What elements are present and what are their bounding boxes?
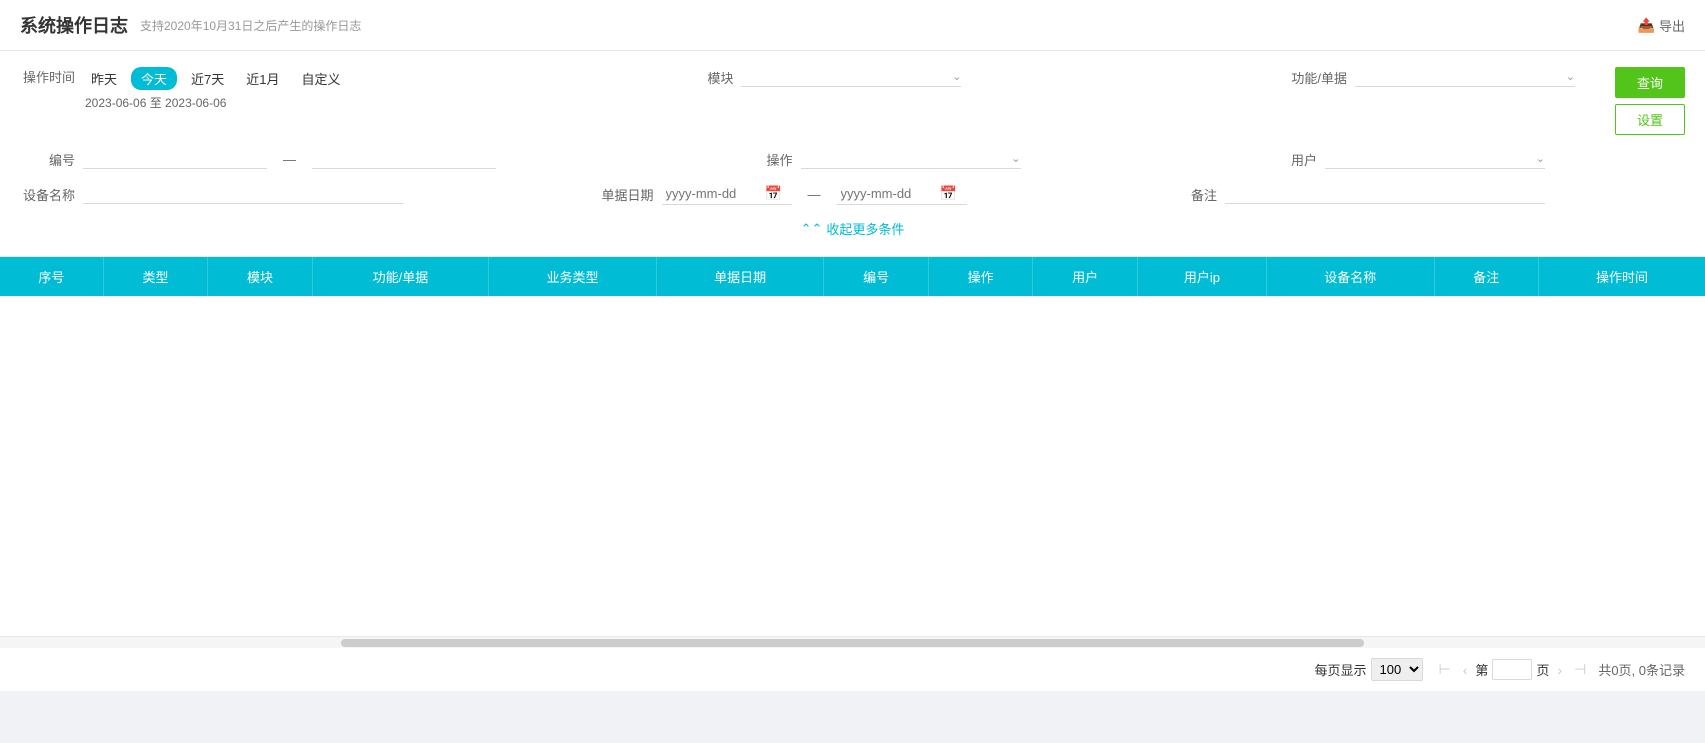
col-device: 设备名称 (1266, 257, 1434, 296)
remark-label: 备注 (1162, 185, 1217, 204)
time-range-display: 2023-06-06 至 2023-06-06 (85, 94, 349, 111)
time-buttons: 昨天 今天 近7天 近1月 自定义 (83, 67, 349, 90)
collapse-label: 收起更多条件 (826, 219, 904, 238)
col-seq: 序号 (0, 257, 103, 296)
col-biz-type: 业务类型 (489, 257, 657, 296)
page-number-input[interactable]: 1 (1492, 659, 1532, 680)
col-remark: 备注 (1434, 257, 1538, 296)
function-label: 功能/单据 (1291, 68, 1347, 87)
table-header-row: 序号 类型 模块 功能/单据 业务类型 单据日期 编号 操作 用户 用户ip 设… (0, 257, 1705, 296)
remark-input[interactable] (1225, 184, 1545, 204)
col-user-ip: 用户ip (1137, 257, 1266, 296)
time-filter: 昨天 今天 近7天 近1月 自定义 2023-06-06 至 2023-06-0… (83, 67, 349, 111)
number-filter-group: 编号 — (20, 149, 496, 169)
module-filter-group: 模块 ⌄ (678, 67, 961, 87)
doc-date-start-input[interactable] (666, 186, 761, 201)
function-input[interactable] (1355, 69, 1566, 84)
export-label: 导出 (1659, 16, 1685, 35)
remark-filter-group: 备注 (1162, 184, 1545, 204)
export-icon: 📤 (1638, 17, 1655, 34)
user-filter-group: 用户 ⌄ (1262, 149, 1545, 169)
col-operation: 操作 (928, 257, 1032, 296)
user-label: 用户 (1262, 150, 1317, 169)
function-select[interactable]: ⌄ (1355, 67, 1575, 87)
per-page-label: 每页显示 (1315, 660, 1367, 679)
operation-filter-group: 操作 ⌄ (738, 149, 1021, 169)
main-content: 序号 类型 模块 功能/单据 业务类型 单据日期 编号 操作 用户 用户ip 设… (0, 257, 1705, 691)
pagination-bar: 每页显示 100 50 200 ⊢ ‹ 第 1 页 › ⊣ 共0页, 0条记录 (0, 648, 1705, 691)
prev-page-button[interactable]: ‹ (1459, 660, 1472, 680)
collapse-bar: ⌃⌃ 收起更多条件 (20, 213, 1685, 248)
page-title: 系统操作日志 (20, 12, 128, 38)
collapse-button[interactable]: ⌃⌃ 收起更多条件 (801, 219, 905, 238)
time-btn-7days[interactable]: 近7天 (183, 67, 232, 90)
col-number: 编号 (824, 257, 928, 296)
operation-select[interactable]: ⌄ (801, 149, 1021, 169)
number-start-input[interactable] (83, 149, 267, 169)
col-doc-date: 单据日期 (656, 257, 824, 296)
time-filter-group: 操作时间 昨天 今天 近7天 近1月 自定义 2023-06-06 至 2023… (20, 67, 349, 111)
doc-date-label: 单据日期 (599, 185, 654, 204)
module-chevron-icon: ⌄ (952, 70, 961, 83)
function-chevron-icon: ⌄ (1566, 70, 1575, 83)
col-type: 类型 (103, 257, 207, 296)
settings-button[interactable]: 设置 (1615, 104, 1685, 135)
time-btn-yesterday[interactable]: 昨天 (83, 67, 125, 90)
module-select[interactable]: ⌄ (741, 67, 961, 87)
table-header: 序号 类型 模块 功能/单据 业务类型 单据日期 编号 操作 用户 用户ip 设… (0, 257, 1705, 296)
per-page-select[interactable]: 100 50 200 (1371, 658, 1423, 681)
page-header: 系统操作日志 支持2020年10月31日之后产生的操作日志 📤 导出 (0, 0, 1705, 51)
scrollbar-thumb[interactable] (341, 639, 1364, 647)
col-user: 用户 (1033, 257, 1137, 296)
calendar-end-icon[interactable]: 📅 (940, 185, 957, 202)
collapse-icon: ⌃⌃ (801, 221, 823, 237)
doc-date-filter-group: 单据日期 📅 — 📅 (599, 183, 967, 205)
function-filter-group: 功能/单据 ⌄ (1291, 67, 1575, 87)
filter-panel: 操作时间 昨天 今天 近7天 近1月 自定义 2023-06-06 至 2023… (0, 51, 1705, 257)
query-button[interactable]: 查询 (1615, 67, 1685, 98)
total-info: 共0页, 0条记录 (1598, 660, 1685, 679)
data-table: 序号 类型 模块 功能/单据 业务类型 单据日期 编号 操作 用户 用户ip 设… (0, 257, 1705, 296)
number-sep: — (283, 152, 296, 167)
pagination-nav: ⊢ ‹ 第 1 页 › ⊣ (1435, 659, 1591, 680)
first-page-button[interactable]: ⊢ (1435, 659, 1455, 680)
page-unit: 页 (1536, 660, 1549, 679)
operation-label: 操作 (738, 150, 793, 169)
col-op-time: 操作时间 (1539, 257, 1705, 296)
user-chevron-icon: ⌄ (1536, 152, 1545, 165)
doc-date-end-input[interactable] (841, 186, 936, 201)
operation-chevron-icon: ⌄ (1011, 152, 1020, 165)
doc-date-start[interactable]: 📅 (662, 183, 792, 205)
header-left: 系统操作日志 支持2020年10月31日之后产生的操作日志 (20, 12, 361, 38)
user-select[interactable]: ⌄ (1325, 149, 1545, 169)
last-page-button[interactable]: ⊣ (1570, 659, 1590, 680)
table-empty-area (0, 296, 1705, 636)
user-input[interactable] (1325, 151, 1536, 166)
time-btn-today[interactable]: 今天 (131, 67, 177, 90)
page-label: 第 (1475, 660, 1488, 679)
horizontal-scrollbar[interactable] (0, 636, 1705, 648)
table-wrapper: 序号 类型 模块 功能/单据 业务类型 单据日期 编号 操作 用户 用户ip 设… (0, 257, 1705, 636)
operation-input[interactable] (801, 151, 1012, 166)
device-filter-group: 设备名称 (20, 184, 403, 204)
number-label: 编号 (20, 150, 75, 169)
col-function: 功能/单据 (312, 257, 488, 296)
doc-date-end[interactable]: 📅 (837, 183, 967, 205)
device-label: 设备名称 (20, 185, 75, 204)
col-module: 模块 (208, 257, 312, 296)
time-btn-1month[interactable]: 近1月 (238, 67, 287, 90)
page-subtitle: 支持2020年10月31日之后产生的操作日志 (140, 17, 361, 34)
export-button[interactable]: 📤 导出 (1638, 16, 1685, 35)
number-end-input[interactable] (312, 149, 496, 169)
page-size-group: 每页显示 100 50 200 (1315, 658, 1427, 681)
date-sep: — (808, 187, 821, 202)
module-input[interactable] (741, 69, 952, 84)
next-page-button[interactable]: › (1553, 660, 1566, 680)
device-input[interactable] (83, 184, 403, 204)
calendar-start-icon[interactable]: 📅 (765, 185, 782, 202)
action-buttons: 查询 设置 (1615, 67, 1685, 135)
time-btn-custom[interactable]: 自定义 (294, 67, 349, 90)
time-label: 操作时间 (20, 67, 75, 86)
module-label: 模块 (678, 68, 733, 87)
